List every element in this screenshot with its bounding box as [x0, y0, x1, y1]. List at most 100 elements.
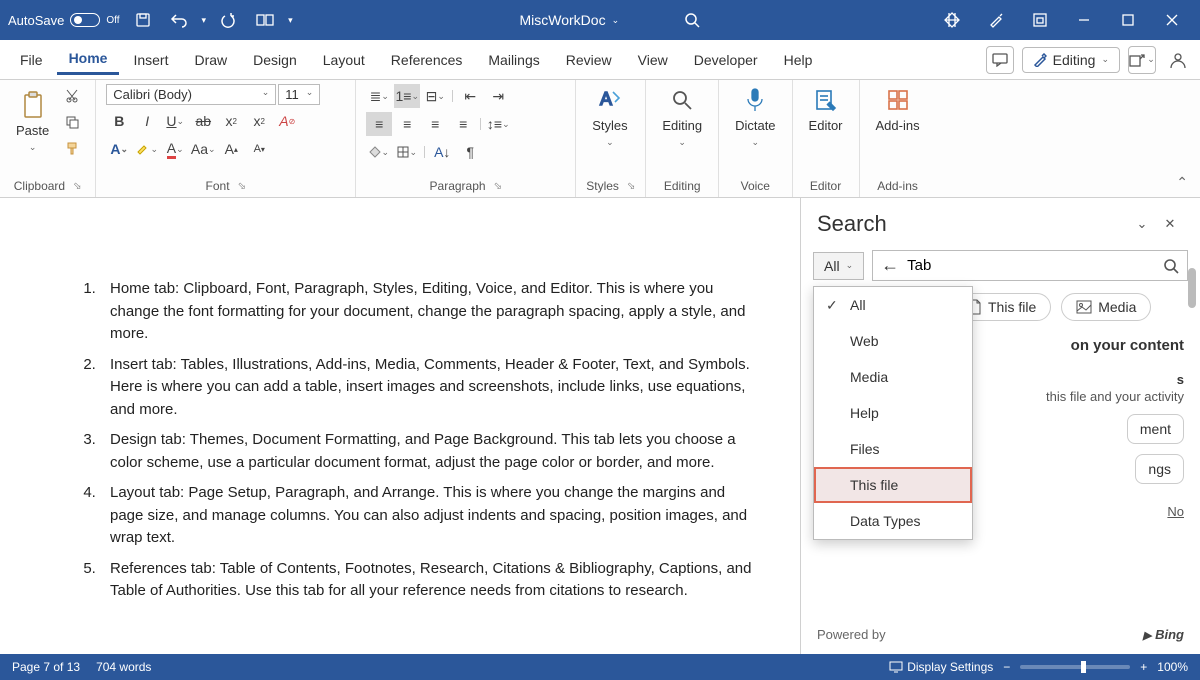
- zoom-out-button[interactable]: −: [1003, 660, 1010, 674]
- collapse-ribbon-button[interactable]: ⌃: [1164, 168, 1200, 197]
- dropdown-item-data-types[interactable]: Data Types: [814, 503, 972, 539]
- sort-button[interactable]: A↓: [429, 140, 455, 164]
- bold-button[interactable]: B: [106, 109, 132, 133]
- copy-button[interactable]: [59, 110, 85, 134]
- tab-layout[interactable]: Layout: [311, 46, 377, 74]
- show-marks-button[interactable]: ¶: [457, 140, 483, 164]
- back-arrow-icon[interactable]: ←: [881, 255, 899, 276]
- chevron-down-icon[interactable]: ▾: [202, 15, 207, 26]
- styles-button[interactable]: A Styles⌄: [586, 84, 633, 150]
- tab-design[interactable]: Design: [241, 46, 309, 74]
- superscript-button[interactable]: x2: [246, 109, 272, 133]
- decrease-indent-button[interactable]: ⇤: [457, 84, 483, 108]
- justify-button[interactable]: ≡: [450, 112, 476, 136]
- editor-button[interactable]: Editor: [803, 84, 849, 135]
- dialog-launcher-icon[interactable]: ⬂: [238, 181, 246, 192]
- suggestion-chip[interactable]: ngs: [1135, 454, 1184, 484]
- dropdown-item-all[interactable]: All: [814, 287, 972, 323]
- font-color-button[interactable]: A⌄: [162, 137, 188, 161]
- highlight-button[interactable]: ⌄: [134, 137, 160, 161]
- document-canvas[interactable]: Home tab: Clipboard, Font, Paragraph, St…: [0, 198, 800, 654]
- save-icon[interactable]: [130, 7, 156, 33]
- strikethrough-button[interactable]: ab: [190, 109, 216, 133]
- align-right-button[interactable]: ≡: [422, 112, 448, 136]
- search-icon[interactable]: [679, 7, 705, 33]
- tab-references[interactable]: References: [379, 46, 475, 74]
- search-input[interactable]: [907, 257, 1155, 274]
- document-title[interactable]: MiscWorkDoc ⌄: [519, 12, 619, 28]
- tab-insert[interactable]: Insert: [121, 46, 180, 74]
- dictate-button[interactable]: Dictate⌄: [729, 84, 781, 150]
- addins-button[interactable]: Add-ins: [870, 84, 926, 135]
- display-settings-button[interactable]: Display Settings: [889, 660, 993, 674]
- dialog-launcher-icon[interactable]: ⬂: [627, 181, 635, 192]
- change-case-button[interactable]: Aa⌄: [190, 137, 216, 161]
- page: Home tab: Clipboard, Font, Paragraph, St…: [0, 198, 800, 654]
- page-indicator[interactable]: Page 7 of 13: [12, 660, 80, 674]
- suggestion-chip[interactable]: ment: [1127, 414, 1184, 444]
- redo-icon[interactable]: [216, 7, 242, 33]
- format-painter-button[interactable]: [59, 136, 85, 160]
- search-scope-dropdown[interactable]: All ⌄: [813, 252, 864, 280]
- chip-media[interactable]: Media: [1061, 293, 1151, 321]
- dropdown-item-help[interactable]: Help: [814, 395, 972, 431]
- dropdown-item-files[interactable]: Files: [814, 431, 972, 467]
- grow-font-button[interactable]: A▴: [218, 137, 244, 161]
- zoom-slider[interactable]: [1020, 665, 1130, 669]
- align-center-button[interactable]: ≡: [394, 112, 420, 136]
- tab-mailings[interactable]: Mailings: [476, 46, 551, 74]
- dialog-launcher-icon[interactable]: ⬂: [73, 181, 81, 192]
- close-pane-button[interactable]: ✕: [1156, 210, 1184, 238]
- shading-button[interactable]: ⌄: [366, 140, 392, 164]
- borders-button[interactable]: ⌄: [394, 140, 420, 164]
- undo-icon[interactable]: [166, 7, 192, 33]
- word-count[interactable]: 704 words: [96, 660, 151, 674]
- tab-file[interactable]: File: [8, 46, 55, 74]
- line-spacing-button[interactable]: ↕≡⌄: [485, 112, 511, 136]
- scrollbar-thumb[interactable]: [1188, 268, 1196, 308]
- cut-button[interactable]: [59, 84, 85, 108]
- underline-button[interactable]: U⌄: [162, 109, 188, 133]
- subscript-button[interactable]: x2: [218, 109, 244, 133]
- collapse-pane-button[interactable]: ⌄: [1128, 210, 1156, 238]
- tab-developer[interactable]: Developer: [682, 46, 770, 74]
- tab-view[interactable]: View: [626, 46, 680, 74]
- comments-button[interactable]: [986, 46, 1014, 74]
- zoom-level[interactable]: 100%: [1157, 660, 1188, 674]
- search-icon[interactable]: [1163, 258, 1179, 274]
- font-name-select[interactable]: Calibri (Body)⌄: [106, 84, 276, 105]
- maximize-button[interactable]: [1108, 5, 1148, 35]
- minimize-button[interactable]: [1064, 5, 1104, 35]
- zoom-in-button[interactable]: +: [1140, 660, 1147, 674]
- tab-draw[interactable]: Draw: [182, 46, 239, 74]
- paste-button[interactable]: Paste ⌄: [10, 84, 55, 160]
- dropdown-item-this-file[interactable]: This file: [814, 467, 972, 503]
- autosave-toggle[interactable]: AutoSave Off: [8, 13, 120, 28]
- dropdown-item-media[interactable]: Media: [814, 359, 972, 395]
- dropdown-item-web[interactable]: Web: [814, 323, 972, 359]
- tab-review[interactable]: Review: [554, 46, 624, 74]
- numbering-button[interactable]: 1≡⌄: [394, 84, 420, 108]
- app-icon[interactable]: [1020, 5, 1060, 35]
- shrink-font-button[interactable]: A▾: [246, 137, 272, 161]
- dialog-launcher-icon[interactable]: ⬂: [494, 181, 502, 192]
- font-size-select[interactable]: 11⌄: [278, 84, 320, 105]
- align-left-button[interactable]: ≡: [366, 112, 392, 136]
- pen-icon[interactable]: [976, 5, 1016, 35]
- ribbon-group-addins: Add-ins Add-ins: [860, 80, 936, 197]
- text-effects-button[interactable]: A⌄: [106, 137, 132, 161]
- diamond-icon[interactable]: [932, 5, 972, 35]
- account-icon[interactable]: [1164, 46, 1192, 74]
- editing-mode-button[interactable]: Editing ⌄: [1022, 47, 1120, 73]
- editing-button[interactable]: Editing⌄: [656, 84, 708, 150]
- qat-icon[interactable]: [252, 7, 278, 33]
- tab-help[interactable]: Help: [772, 46, 825, 74]
- multilevel-button[interactable]: ⊟⌄: [422, 84, 448, 108]
- bullets-button[interactable]: ≣⌄: [366, 84, 392, 108]
- clear-formatting-button[interactable]: A⊘: [274, 109, 300, 133]
- close-button[interactable]: [1152, 5, 1192, 35]
- tab-home[interactable]: Home: [57, 44, 120, 75]
- italic-button[interactable]: I: [134, 109, 160, 133]
- increase-indent-button[interactable]: ⇥: [485, 84, 511, 108]
- share-button[interactable]: ⌄: [1128, 46, 1156, 74]
